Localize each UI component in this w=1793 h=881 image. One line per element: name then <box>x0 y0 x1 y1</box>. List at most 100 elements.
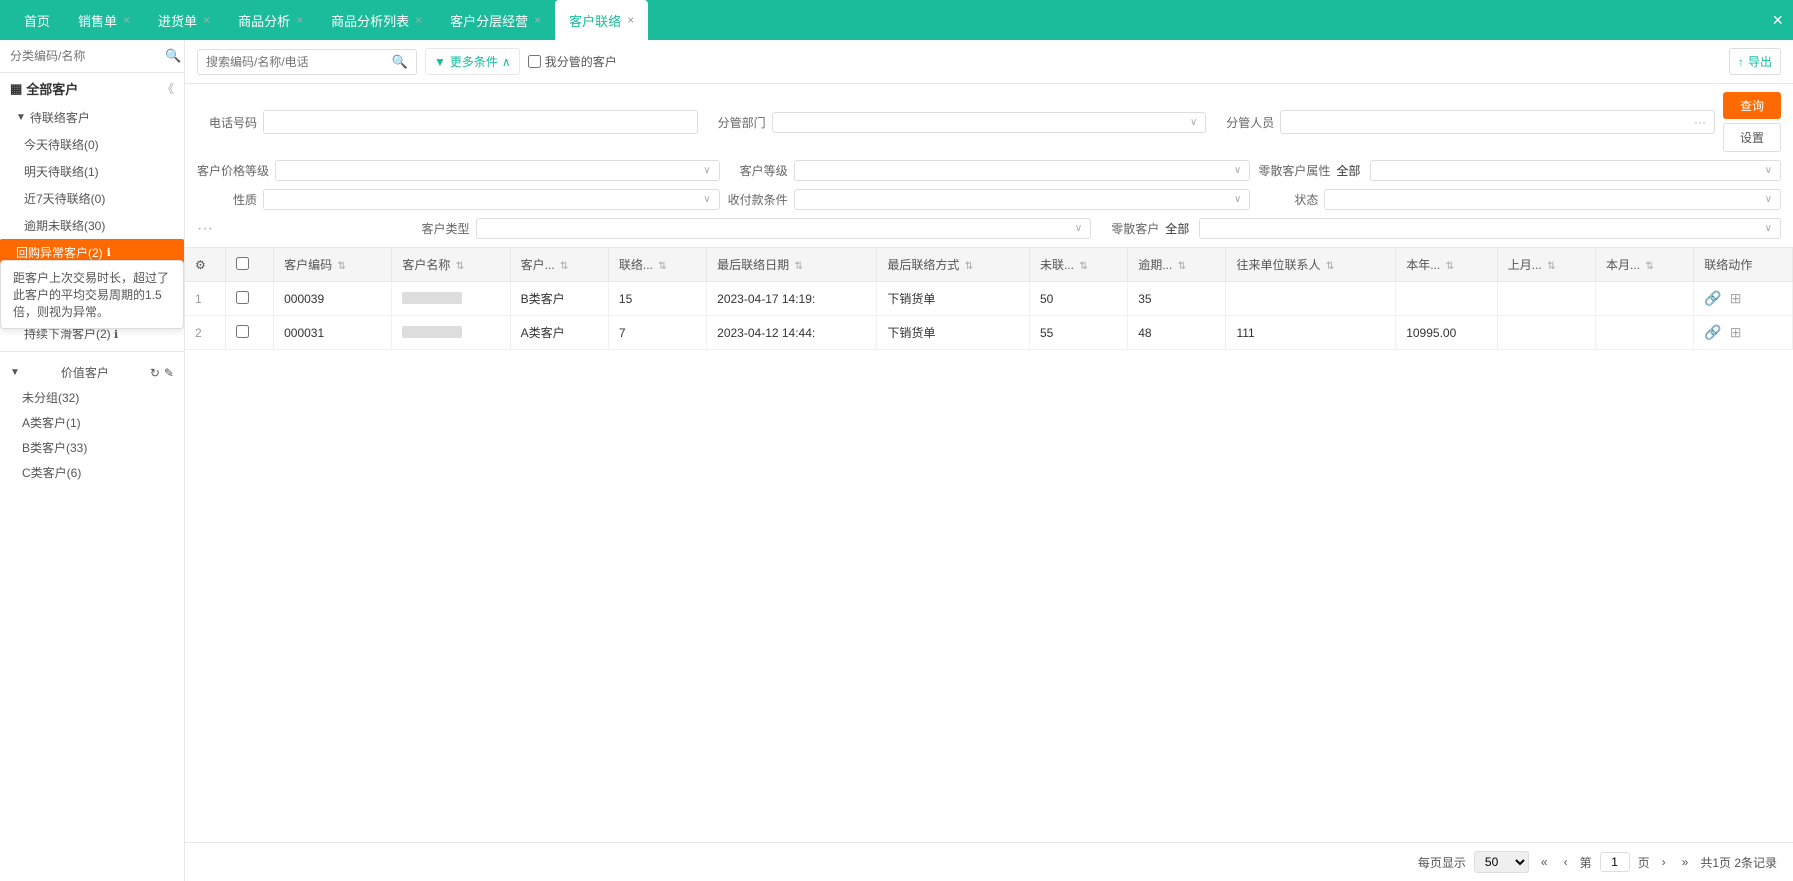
th-unreached[interactable]: 未联... ⇅ <box>1029 248 1127 282</box>
my-customers-checkbox[interactable] <box>528 55 541 68</box>
nav-sales-close[interactable]: × <box>123 13 130 27</box>
th-last-month[interactable]: 上月... ⇅ <box>1497 248 1595 282</box>
th-name[interactable]: 客户名称 ⇅ <box>392 248 510 282</box>
status-select[interactable]: ∨ <box>1324 189 1781 210</box>
price-level-select[interactable]: ∨ <box>275 160 720 181</box>
sidebar-collapse-btn[interactable]: 《 <box>162 80 174 97</box>
manager-dots[interactable]: ··· <box>1694 115 1706 129</box>
table-row: 1 000039 B类客户 15 2023-04-17 14:19: <box>185 282 1793 316</box>
th-this-year[interactable]: 本年... ⇅ <box>1396 248 1498 282</box>
select-all-checkbox[interactable] <box>236 257 249 270</box>
nav-customer-layer-close[interactable]: × <box>534 13 541 27</box>
qr-icon-1[interactable]: ⊞ <box>1730 290 1742 307</box>
row-last-method-1: 下销货单 <box>877 282 1030 316</box>
qr-icon-2[interactable]: ⊞ <box>1730 324 1742 341</box>
sidebar-class-b[interactable]: B类客户(33) <box>10 435 174 460</box>
th-type[interactable]: 客户... ⇅ <box>510 248 608 282</box>
th-contact-count[interactable]: 联络... ⇅ <box>608 248 706 282</box>
query-button[interactable]: 查询 <box>1723 92 1781 119</box>
row-lmonth-2 <box>1497 316 1595 350</box>
filter-manager: 分管人员 ··· <box>1214 110 1715 134</box>
th-this-month[interactable]: 本月... ⇅ <box>1596 248 1694 282</box>
sidebar: 🔍 ▦ 全部客户 《 ▼ 待联络客户 今天待联络(0) 明天待联络(1) 近7天… <box>0 40 185 881</box>
sort-lmonth-icon: ⇅ <box>1547 261 1555 272</box>
next-page-btn[interactable]: › <box>1658 853 1670 871</box>
customer-level-select[interactable]: ∨ <box>794 160 1251 181</box>
row-month-2 <box>1596 316 1694 350</box>
nav-customer-contact[interactable]: 客户联络 × <box>555 0 648 40</box>
payment-select[interactable]: ∨ <box>794 189 1251 210</box>
refresh-icon[interactable]: ↻ <box>150 366 160 380</box>
export-btn[interactable]: ↑ 导出 <box>1729 48 1781 75</box>
th-contacts[interactable]: 往来单位联系人 ⇅ <box>1226 248 1396 282</box>
phone-input[interactable] <box>263 110 698 134</box>
action-icons-1: 🔗 ⊞ <box>1704 290 1782 307</box>
sidebar-search-icon[interactable]: 🔍 <box>165 48 181 64</box>
nav-customer-layer[interactable]: 客户分层经营 × <box>436 0 555 40</box>
pending-contact-title[interactable]: ▼ 待联络客户 <box>0 104 184 131</box>
th-last-date[interactable]: 最后联络日期 ⇅ <box>707 248 877 282</box>
row-action-1: 🔗 ⊞ <box>1694 282 1793 316</box>
nav-sales[interactable]: 销售单 × <box>64 0 144 40</box>
manager-select[interactable]: ··· <box>1280 110 1715 134</box>
retail-attr-inline: 全部 <box>1336 162 1360 179</box>
dept-arrow-icon: ∨ <box>1190 117 1197 128</box>
link-icon-2[interactable]: 🔗 <box>1704 324 1721 341</box>
retail-attr-select[interactable]: ∨ <box>1370 160 1781 181</box>
more-dots[interactable]: ··· <box>197 220 213 238</box>
filter-dept: 分管部门 ∨ <box>706 112 1207 133</box>
action-buttons: 查询 设置 <box>1723 92 1781 152</box>
th-overdue[interactable]: 逾期... ⇅ <box>1128 248 1226 282</box>
nav-product-close[interactable]: × <box>296 13 303 27</box>
last-method-link-1[interactable]: 下销货单 <box>887 292 935 306</box>
prev-page-btn[interactable]: ‹ <box>1560 853 1572 871</box>
page-input[interactable] <box>1600 852 1630 872</box>
filter-btn[interactable]: ▼ 更多条件 ∧ <box>425 48 520 75</box>
settings-button[interactable]: 设置 <box>1723 123 1781 152</box>
first-page-btn[interactable]: « <box>1537 853 1552 871</box>
nav-purchase[interactable]: 进货单 × <box>144 0 224 40</box>
sidebar-overdue-contact[interactable]: 逾期未联络(30) <box>0 212 184 239</box>
th-settings[interactable]: ⚙ <box>185 248 225 282</box>
gender-select[interactable]: ∨ <box>263 189 720 210</box>
row-check-1[interactable] <box>236 291 249 304</box>
sort-contacts-icon: ⇅ <box>1326 261 1334 272</box>
edit-icon[interactable]: ✎ <box>164 366 174 380</box>
row-check-2[interactable] <box>236 325 249 338</box>
row-contacts-2: 111 <box>1226 316 1396 350</box>
value-customers-title[interactable]: ▼ 价值客户 ↻ ✎ <box>10 360 174 385</box>
nav-product-list-close[interactable]: × <box>415 13 422 27</box>
nav-customer-contact-close[interactable]: × <box>627 13 634 27</box>
customer-type-label: 客户类型 <box>410 220 470 237</box>
last-page-btn[interactable]: » <box>1678 853 1693 871</box>
sidebar-7days-contact[interactable]: 近7天待联络(0) <box>0 185 184 212</box>
sidebar-today-contact[interactable]: 今天待联络(0) <box>0 131 184 158</box>
arrow-down-icon2: ▼ <box>10 367 20 378</box>
th-code[interactable]: 客户编码 ⇅ <box>274 248 392 282</box>
th-last-method[interactable]: 最后联络方式 ⇅ <box>877 248 1030 282</box>
row-num-2: 2 <box>185 316 225 350</box>
retail-customer-select[interactable]: ∨ <box>1199 218 1781 239</box>
search-input[interactable] <box>206 55 392 69</box>
window-close-icon[interactable]: × <box>1772 10 1783 31</box>
nav-home[interactable]: 首页 <box>10 0 64 40</box>
table-settings-icon[interactable]: ⚙ <box>195 258 206 272</box>
sidebar-class-a[interactable]: A类客户(1) <box>10 410 174 435</box>
sidebar-search-input[interactable] <box>10 49 165 63</box>
dept-select[interactable]: ∨ <box>772 112 1207 133</box>
link-icon-1[interactable]: 🔗 <box>1704 290 1721 307</box>
customer-type-select[interactable]: ∨ <box>476 218 1092 239</box>
search-icon[interactable]: 🔍 <box>392 54 408 70</box>
status-label: 状态 <box>1258 191 1318 208</box>
sidebar-tomorrow-contact[interactable]: 明天待联络(1) <box>0 158 184 185</box>
per-page-select[interactable]: 50 100 200 <box>1474 851 1529 873</box>
nav-purchase-close[interactable]: × <box>203 13 210 27</box>
payment-label: 收付款条件 <box>728 191 788 208</box>
sidebar-unclassified[interactable]: 未分组(32) <box>10 385 174 410</box>
nav-product-list[interactable]: 商品分析列表 × <box>317 0 436 40</box>
row-type-1: B类客户 <box>510 282 608 316</box>
last-method-link-2[interactable]: 下销货单 <box>887 326 935 340</box>
sidebar-class-c[interactable]: C类客户(6) <box>10 460 174 485</box>
retail-customer-arrow: ∨ <box>1765 223 1772 234</box>
nav-product-analysis[interactable]: 商品分析 × <box>224 0 317 40</box>
